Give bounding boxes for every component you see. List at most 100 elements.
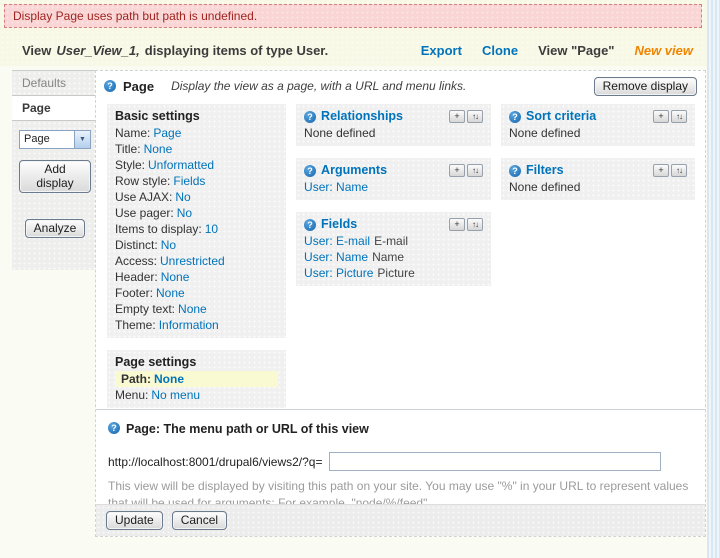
setting-value-link[interactable]: None: [161, 270, 190, 284]
display-type-select-value: Page: [24, 133, 50, 145]
sort-criteria-empty: None defined: [509, 126, 581, 140]
settings-columns: Basic settings Name: Page Title: None Styl…: [96, 101, 705, 420]
display-title: Page: [123, 78, 155, 94]
field-item-link[interactable]: User: Name: [304, 250, 368, 264]
setting-row: Use pager: No: [115, 206, 193, 220]
rearrange-icon[interactable]: ↑↓: [670, 110, 687, 123]
argument-item-link[interactable]: User: Name: [304, 180, 368, 194]
page-settings-title: Page settings: [115, 355, 197, 369]
help-icon[interactable]: ?: [108, 422, 120, 434]
path-input[interactable]: [328, 452, 661, 471]
view-label: View: [22, 42, 52, 58]
setting-value-link[interactable]: Fields: [173, 174, 205, 188]
display-type-select[interactable]: Page ▼: [19, 130, 91, 149]
help-icon[interactable]: ?: [304, 110, 317, 123]
menu-value-link[interactable]: No menu: [151, 388, 200, 402]
relationships-empty: None defined: [304, 126, 376, 140]
setting-row: Use AJAX: No: [115, 190, 191, 204]
add-icon[interactable]: +: [652, 110, 669, 123]
path-form: ? Page: The menu path or URL of this vie…: [96, 409, 705, 536]
tab-defaults[interactable]: Defaults: [12, 71, 96, 96]
url-prefix: http://localhost:8001/drupal6/views2/?q=: [108, 454, 326, 469]
error-message-text: Display Page uses path but path is undef…: [13, 9, 258, 23]
update-button[interactable]: Update: [106, 511, 163, 530]
setting-row: Header: None: [115, 270, 190, 284]
field-item-link[interactable]: User: E-mail: [304, 234, 370, 248]
basic-settings-title: Basic settings: [115, 109, 200, 123]
help-icon[interactable]: ?: [304, 164, 317, 177]
filters-title: Filters: [526, 163, 564, 177]
path-setting-row: Path: None: [115, 371, 279, 387]
add-icon[interactable]: +: [449, 164, 466, 177]
page-header-area: Display Page uses path but path is undef…: [0, 0, 707, 66]
chevron-down-icon: ▼: [74, 131, 90, 148]
help-icon[interactable]: ?: [509, 110, 522, 123]
setting-value-link[interactable]: No: [175, 190, 190, 204]
setting-row: Name: Page: [115, 126, 182, 140]
rearrange-icon[interactable]: ↑↓: [467, 164, 484, 177]
setting-value-link[interactable]: No: [177, 206, 192, 220]
help-icon[interactable]: ?: [304, 218, 317, 231]
setting-row: Access: Unrestricted: [115, 254, 225, 268]
path-value-link[interactable]: None: [154, 372, 184, 386]
setting-row: Title: None: [115, 142, 173, 156]
field-item-link[interactable]: User: Picture: [304, 266, 373, 280]
view-summary-bar: View User_View_1, displaying items of ty…: [0, 36, 707, 64]
new-view-link[interactable]: New view: [634, 43, 693, 58]
cancel-button[interactable]: Cancel: [171, 511, 228, 530]
tab-page[interactable]: Page: [12, 96, 97, 121]
rearrange-icon[interactable]: ↑↓: [670, 164, 687, 177]
setting-value-link[interactable]: No: [161, 238, 176, 252]
field-row: User: Picture Picture: [304, 266, 415, 280]
remove-display-button[interactable]: Remove display: [593, 76, 697, 96]
add-icon[interactable]: +: [449, 110, 466, 123]
form-actions: Update Cancel: [96, 504, 705, 536]
setting-row: Footer: None: [115, 286, 185, 300]
arguments-box: ? Arguments + ↑↓ User: Name: [296, 158, 492, 200]
add-icon[interactable]: +: [449, 218, 466, 231]
setting-row: Items to display: 10: [115, 222, 219, 236]
filters-box: ? Filters + ↑↓ None defined: [501, 158, 695, 200]
field-row: User: E-mail E-mail: [304, 234, 409, 248]
rearrange-icon[interactable]: ↑↓: [467, 218, 484, 231]
relationships-box: ? Relationships + ↑↓ None defined: [296, 104, 492, 146]
display-tabs-sidebar: Defaults Page Page ▼ Add display Analyze: [12, 70, 97, 270]
display-header: ? Page Display the view as a page, with …: [96, 71, 705, 101]
export-link[interactable]: Export: [421, 43, 462, 58]
setting-value-link[interactable]: None: [178, 302, 207, 316]
sort-criteria-box: ? Sort criteria + ↑↓ None defined: [501, 104, 695, 146]
clone-link[interactable]: Clone: [482, 43, 518, 58]
view-name: User_View_1,: [56, 42, 140, 58]
setting-value-link[interactable]: Unformatted: [148, 158, 214, 172]
basic-settings-box: Basic settings Name: Page Title: None Styl…: [107, 104, 287, 338]
page-settings-box: Page settings Path: None Menu: No menu: [107, 350, 287, 408]
help-icon[interactable]: ?: [104, 80, 116, 92]
rearrange-icon[interactable]: ↑↓: [467, 110, 484, 123]
arguments-title: Arguments: [321, 163, 388, 177]
menu-setting-row: Menu: No menu: [115, 388, 201, 402]
theme-background-strip: [707, 0, 720, 558]
fields-box: ? Fields + ↑↓ User: E-mail E-mail User: N…: [296, 212, 492, 286]
setting-row: Style: Unformatted: [115, 158, 215, 172]
setting-value-link[interactable]: None: [144, 142, 173, 156]
setting-value-link[interactable]: None: [156, 286, 185, 300]
add-icon[interactable]: +: [652, 164, 669, 177]
view-page-link[interactable]: View "Page": [538, 43, 614, 58]
help-icon[interactable]: ?: [509, 164, 522, 177]
analyze-button[interactable]: Analyze: [24, 219, 86, 238]
fields-title: Fields: [321, 217, 358, 231]
setting-row: Row style: Fields: [115, 174, 206, 188]
setting-value-link[interactable]: Page: [153, 126, 181, 140]
setting-value-link[interactable]: 10: [205, 222, 218, 236]
setting-row: Theme: Information: [115, 318, 219, 332]
add-display-button[interactable]: Add display: [19, 160, 91, 193]
setting-row: Distinct: No: [115, 238, 177, 252]
setting-value-link[interactable]: Information: [159, 318, 219, 332]
filters-empty: None defined: [509, 180, 581, 194]
field-row: User: Name Name: [304, 250, 405, 264]
display-editor-panel: ? Page Display the view as a page, with …: [95, 70, 706, 537]
error-message: Display Page uses path but path is undef…: [4, 4, 702, 28]
setting-row: Empty text: None: [115, 302, 207, 316]
setting-value-link[interactable]: Unrestricted: [160, 254, 225, 268]
sort-criteria-title: Sort criteria: [526, 109, 597, 123]
